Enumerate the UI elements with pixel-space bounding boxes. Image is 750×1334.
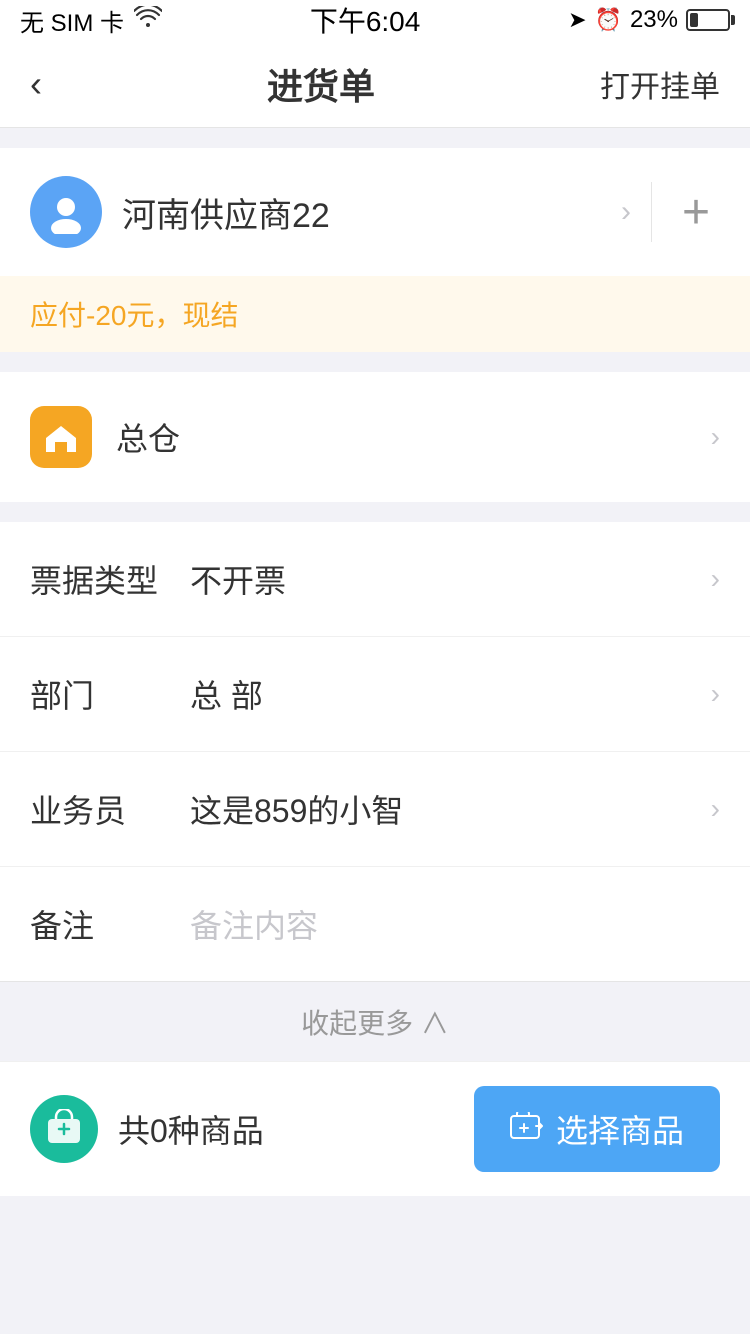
- supplier-avatar: [30, 176, 102, 248]
- product-bar: 共0种商品 选择商品: [0, 1061, 750, 1196]
- salesperson-row[interactable]: 业务员 这是859的小智 ›: [0, 751, 750, 866]
- department-row[interactable]: 部门 总 部 ›: [0, 636, 750, 751]
- status-right: ➤ ⏰ 23%: [568, 6, 730, 34]
- supplier-chevron-icon: ›: [621, 195, 631, 229]
- battery-percent: 23%: [630, 6, 678, 34]
- department-chevron-icon: ›: [711, 678, 720, 710]
- notice-text: 应付-20元，现结: [30, 300, 238, 331]
- mid-divider: [0, 352, 750, 372]
- supplier-add-button[interactable]: +: [672, 185, 720, 240]
- alarm-icon: ⏰: [595, 7, 622, 33]
- collapse-label: 收起更多 ∧: [301, 1002, 449, 1042]
- invoice-type-value: 不开票: [190, 556, 711, 602]
- warehouse-name: 总仓: [116, 414, 711, 460]
- open-pending-button[interactable]: 打开挂单: [600, 62, 720, 106]
- time-display: 下午6:04: [310, 0, 421, 40]
- location-icon: ➤: [568, 7, 586, 33]
- wifi-icon: [134, 6, 162, 35]
- notice-bar: 应付-20元，现结: [0, 276, 750, 352]
- supplier-row[interactable]: 河南供应商22 › +: [0, 148, 750, 276]
- select-product-icon: [510, 1111, 544, 1148]
- carrier-text: 无 SIM 卡: [20, 3, 124, 38]
- status-bar: 无 SIM 卡 下午6:04 ➤ ⏰ 23%: [0, 0, 750, 40]
- product-count: 共0种商品: [118, 1106, 474, 1152]
- salesperson-label: 业务员: [30, 786, 170, 832]
- invoice-type-row[interactable]: 票据类型 不开票 ›: [0, 522, 750, 636]
- department-value: 总 部: [190, 671, 711, 717]
- battery-icon: [686, 9, 730, 31]
- remark-label: 备注: [30, 901, 170, 947]
- invoice-type-label: 票据类型: [30, 556, 170, 602]
- department-label: 部门: [30, 671, 170, 717]
- form-divider: [0, 502, 750, 522]
- page-title: 进货单: [267, 58, 375, 110]
- status-left: 无 SIM 卡: [20, 3, 162, 38]
- main-content: 河南供应商22 › + 应付-20元，现结 总仓 › 票据类型 不开票 ›: [0, 128, 750, 1334]
- warehouse-icon-bg: [30, 406, 92, 468]
- remark-row[interactable]: 备注 备注内容: [0, 866, 750, 981]
- remark-placeholder[interactable]: 备注内容: [190, 901, 720, 947]
- collapse-bar[interactable]: 收起更多 ∧: [0, 981, 750, 1061]
- select-product-label: 选择商品: [556, 1106, 684, 1152]
- nav-bar: ‹ 进货单 打开挂单: [0, 40, 750, 128]
- top-divider: [0, 128, 750, 148]
- select-product-button[interactable]: 选择商品: [474, 1086, 720, 1172]
- warehouse-chevron-icon: ›: [711, 421, 720, 453]
- invoice-type-chevron-icon: ›: [711, 563, 720, 595]
- salesperson-value: 这是859的小智: [190, 786, 711, 832]
- form-card: 票据类型 不开票 › 部门 总 部 › 业务员 这是859的小智 › 备注 备注…: [0, 522, 750, 981]
- salesperson-chevron-icon: ›: [711, 793, 720, 825]
- back-button[interactable]: ‹: [30, 63, 42, 105]
- product-icon-bg: [30, 1095, 98, 1163]
- supplier-card: 河南供应商22 › + 应付-20元，现结: [0, 148, 750, 352]
- supplier-name: 河南供应商22: [122, 188, 621, 237]
- supplier-divider: [651, 182, 652, 242]
- warehouse-row[interactable]: 总仓 ›: [0, 372, 750, 502]
